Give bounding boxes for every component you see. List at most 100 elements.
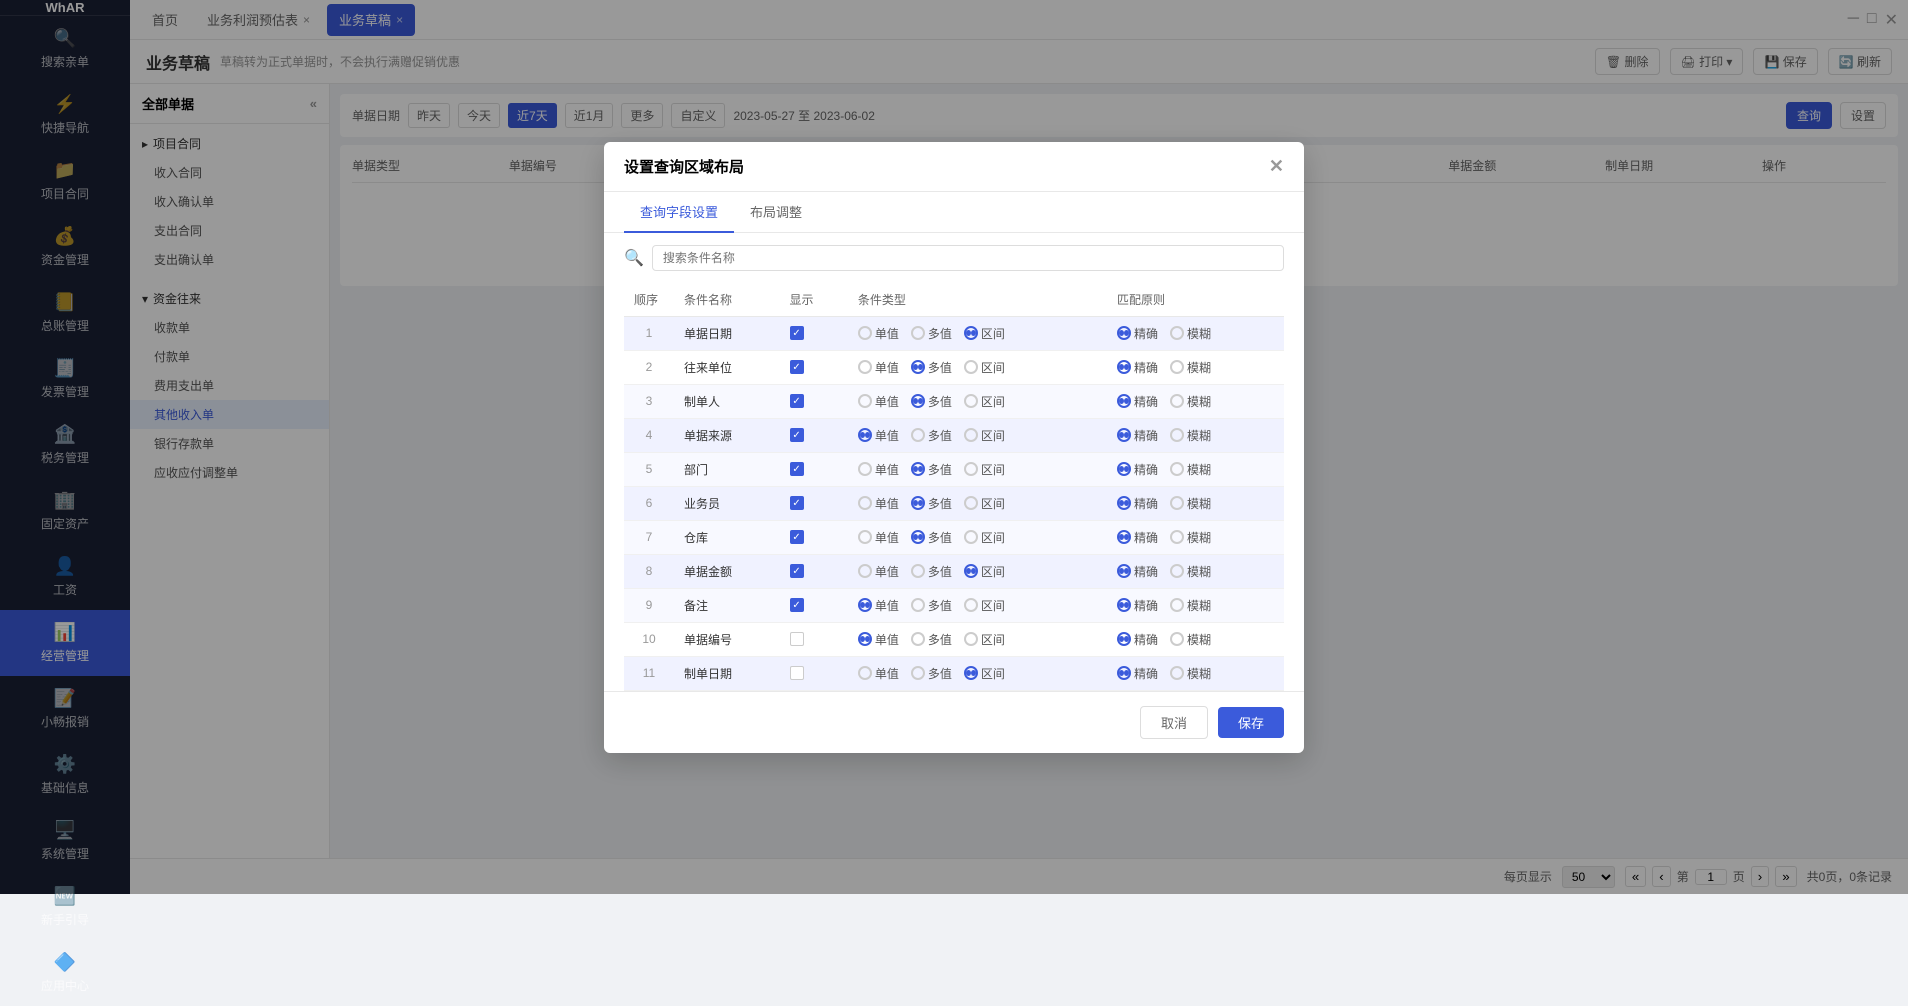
radio-precise-10[interactable]: 精确 <box>1117 631 1158 648</box>
show-checkbox-3[interactable]: ✓ <box>790 394 804 408</box>
radio-precise-5[interactable]: 精确 <box>1117 461 1158 478</box>
show-checkbox-1[interactable]: ✓ <box>790 326 804 340</box>
table-row: 1 单据日期 ✓ 单值 多值 区间 <box>624 316 1284 350</box>
cell-match: 精确 模糊 <box>1107 554 1284 588</box>
cell-show[interactable]: ✓ <box>780 486 848 520</box>
radio-range-5[interactable]: 区间 <box>964 461 1005 478</box>
radio-precise-3[interactable]: 精确 <box>1117 393 1158 410</box>
radio-range-11[interactable]: 区间 <box>964 665 1005 682</box>
radio-multi-9[interactable]: 多值 <box>911 597 952 614</box>
modal-tab-query-fields[interactable]: 查询字段设置 <box>624 192 734 233</box>
cell-show[interactable]: ✓ <box>780 452 848 486</box>
show-checkbox-10[interactable] <box>790 632 804 646</box>
radio-single-8[interactable]: 单值 <box>858 563 899 580</box>
radio-precise-6[interactable]: 精确 <box>1117 495 1158 512</box>
radio-single-5[interactable]: 单值 <box>858 461 899 478</box>
radio-single-10[interactable]: 单值 <box>858 631 899 648</box>
cell-name: 制单人 <box>674 384 780 418</box>
cell-show[interactable]: ✓ <box>780 554 848 588</box>
cell-match: 精确 模糊 <box>1107 316 1284 350</box>
radio-multi-4[interactable]: 多值 <box>911 427 952 444</box>
radio-multi-11[interactable]: 多值 <box>911 665 952 682</box>
cell-show[interactable]: ✓ <box>780 384 848 418</box>
modal-table-wrap: 顺序 条件名称 显示 条件类型 匹配原则 1 单据日期 ✓ 单值 <box>604 283 1304 691</box>
show-checkbox-11[interactable] <box>790 666 804 680</box>
cell-show[interactable] <box>780 656 848 690</box>
radio-single-3[interactable]: 单值 <box>858 393 899 410</box>
show-checkbox-2[interactable]: ✓ <box>790 360 804 374</box>
cell-show[interactable]: ✓ <box>780 520 848 554</box>
radio-precise-9[interactable]: 精确 <box>1117 597 1158 614</box>
radio-fuzzy-8[interactable]: 模糊 <box>1170 563 1211 580</box>
radio-multi-10[interactable]: 多值 <box>911 631 952 648</box>
radio-precise-2[interactable]: 精确 <box>1117 359 1158 376</box>
modal-tab-layout[interactable]: 布局调整 <box>734 192 818 233</box>
modal-save-button[interactable]: 保存 <box>1218 707 1284 738</box>
show-checkbox-7[interactable]: ✓ <box>790 530 804 544</box>
radio-multi-2[interactable]: 多值 <box>911 359 952 376</box>
radio-precise-7[interactable]: 精确 <box>1117 529 1158 546</box>
radio-fuzzy-7[interactable]: 模糊 <box>1170 529 1211 546</box>
radio-fuzzy-1[interactable]: 模糊 <box>1170 325 1211 342</box>
radio-precise-8[interactable]: 精确 <box>1117 563 1158 580</box>
show-checkbox-4[interactable]: ✓ <box>790 428 804 442</box>
modal-title: 设置查询区域布局 <box>624 156 744 177</box>
radio-precise-11[interactable]: 精确 <box>1117 665 1158 682</box>
radio-multi-1[interactable]: 多值 <box>911 325 952 342</box>
cell-show[interactable]: ✓ <box>780 350 848 384</box>
modal-close-button[interactable]: ✕ <box>1269 156 1284 177</box>
radio-fuzzy-6[interactable]: 模糊 <box>1170 495 1211 512</box>
modal-search-area: 🔍 <box>604 233 1304 283</box>
radio-fuzzy-5[interactable]: 模糊 <box>1170 461 1211 478</box>
radio-range-3[interactable]: 区间 <box>964 393 1005 410</box>
radio-single-1[interactable]: 单值 <box>858 325 899 342</box>
radio-fuzzy-9[interactable]: 模糊 <box>1170 597 1211 614</box>
radio-range-4[interactable]: 区间 <box>964 427 1005 444</box>
show-checkbox-8[interactable]: ✓ <box>790 564 804 578</box>
radio-range-6[interactable]: 区间 <box>964 495 1005 512</box>
cell-name: 单据编号 <box>674 622 780 656</box>
cell-show[interactable]: ✓ <box>780 418 848 452</box>
table-row: 4 单据来源 ✓ 单值 多值 区间 <box>624 418 1284 452</box>
show-checkbox-9[interactable]: ✓ <box>790 598 804 612</box>
radio-range-1[interactable]: 区间 <box>964 325 1005 342</box>
radio-single-7[interactable]: 单值 <box>858 529 899 546</box>
cell-name: 部门 <box>674 452 780 486</box>
radio-precise-4[interactable]: 精确 <box>1117 427 1158 444</box>
radio-fuzzy-2[interactable]: 模糊 <box>1170 359 1211 376</box>
radio-range-9[interactable]: 区间 <box>964 597 1005 614</box>
cancel-button[interactable]: 取消 <box>1140 706 1208 739</box>
radio-fuzzy-11[interactable]: 模糊 <box>1170 665 1211 682</box>
search-icon: 🔍 <box>624 248 644 268</box>
sidebar-item-appstore[interactable]: 🔷应用中心 <box>0 940 130 1006</box>
cell-show[interactable] <box>780 622 848 656</box>
modal-search-input[interactable] <box>652 245 1284 271</box>
cell-match: 精确 模糊 <box>1107 520 1284 554</box>
radio-fuzzy-4[interactable]: 模糊 <box>1170 427 1211 444</box>
cell-match: 精确 模糊 <box>1107 384 1284 418</box>
radio-single-4[interactable]: 单值 <box>858 427 899 444</box>
show-checkbox-6[interactable]: ✓ <box>790 496 804 510</box>
show-checkbox-5[interactable]: ✓ <box>790 462 804 476</box>
cell-show[interactable]: ✓ <box>780 588 848 622</box>
radio-range-10[interactable]: 区间 <box>964 631 1005 648</box>
radio-precise-1[interactable]: 精确 <box>1117 325 1158 342</box>
radio-range-7[interactable]: 区间 <box>964 529 1005 546</box>
radio-multi-5[interactable]: 多值 <box>911 461 952 478</box>
radio-range-8[interactable]: 区间 <box>964 563 1005 580</box>
radio-fuzzy-3[interactable]: 模糊 <box>1170 393 1211 410</box>
radio-single-11[interactable]: 单值 <box>858 665 899 682</box>
radio-range-2[interactable]: 区间 <box>964 359 1005 376</box>
radio-single-6[interactable]: 单值 <box>858 495 899 512</box>
radio-multi-7[interactable]: 多值 <box>911 529 952 546</box>
cell-show[interactable]: ✓ <box>780 316 848 350</box>
radio-fuzzy-10[interactable]: 模糊 <box>1170 631 1211 648</box>
radio-single-9[interactable]: 单值 <box>858 597 899 614</box>
cell-name: 往来单位 <box>674 350 780 384</box>
cell-type: 单值 多值 区间 <box>848 588 1107 622</box>
radio-multi-8[interactable]: 多值 <box>911 563 952 580</box>
radio-multi-3[interactable]: 多值 <box>911 393 952 410</box>
radio-multi-6[interactable]: 多值 <box>911 495 952 512</box>
cell-match: 精确 模糊 <box>1107 656 1284 690</box>
radio-single-2[interactable]: 单值 <box>858 359 899 376</box>
